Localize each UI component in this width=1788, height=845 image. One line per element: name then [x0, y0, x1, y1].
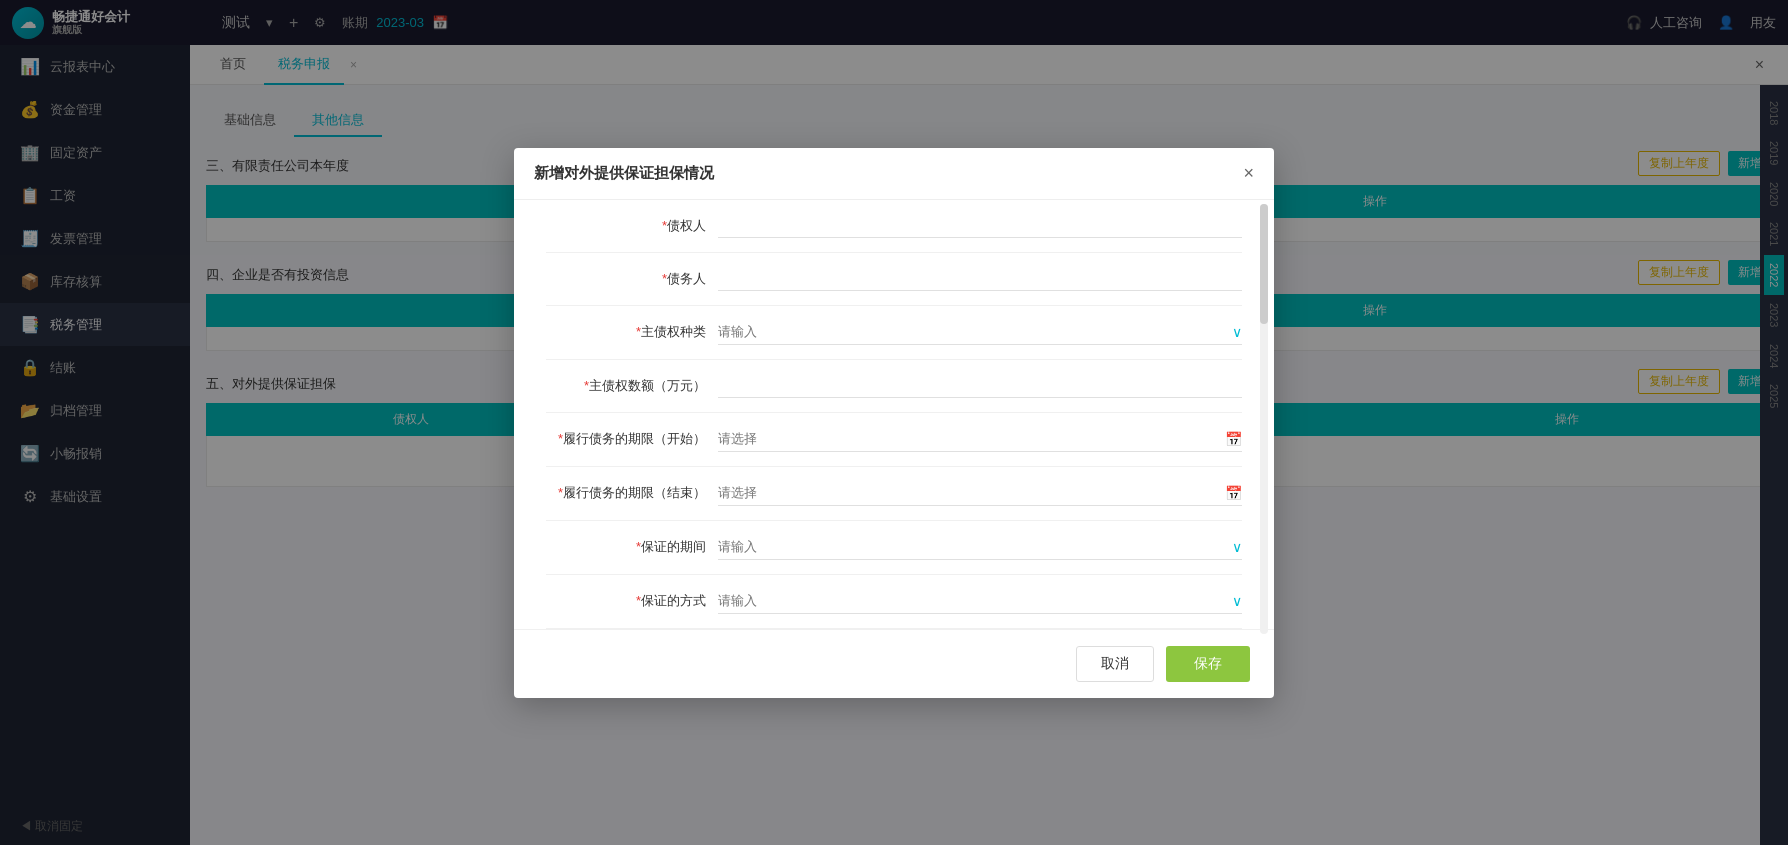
dialog-body: *债权人*债务人*主债权种类∨*主债权数额（万元）*履行债务的期限（开始）📅*履… [514, 200, 1274, 629]
form-row-period-start: *履行债务的期限（开始） 📅 [546, 413, 1242, 467]
required-mark: * [558, 431, 563, 446]
select-wrap-guarantee-period[interactable]: ∨ [718, 535, 1242, 560]
required-mark: * [636, 539, 641, 554]
form-label-debt-amount: *主债权数额（万元） [546, 377, 706, 395]
form-label-period-end: *履行债务的期限（结束） [546, 484, 706, 502]
form-row-guarantee-method: *保证的方式 ∨ [546, 575, 1242, 629]
select-arrow-debt-type: ∨ [1232, 324, 1242, 340]
required-mark: * [662, 218, 667, 233]
select-wrap-guarantee-method[interactable]: ∨ [718, 589, 1242, 614]
form-row-debt-type: *主债权种类 ∨ [546, 306, 1242, 360]
form-row-debt-amount: *主债权数额（万元） [546, 360, 1242, 413]
required-mark: * [584, 378, 589, 393]
form-row-creditor: *债权人 [546, 200, 1242, 253]
form-label-guarantee-period: *保证的期间 [546, 538, 706, 556]
form-label-debt-type: *主债权种类 [546, 323, 706, 341]
required-mark: * [662, 271, 667, 286]
required-mark: * [636, 324, 641, 339]
required-mark: * [558, 485, 563, 500]
dialog-title: 新增对外提供保证担保情况 [534, 164, 714, 183]
text-input-creditor[interactable] [718, 214, 1242, 238]
date-wrap-period-start[interactable]: 📅 [718, 427, 1242, 452]
text-input-debtor[interactable] [718, 267, 1242, 291]
calendar-icon-period-start[interactable]: 📅 [1225, 431, 1242, 447]
dialog-overlay[interactable]: 新增对外提供保证担保情况 × *债权人 *债务人 *主债权种类 ∨ *主债权数额（万元）… [0, 0, 1788, 845]
text-input-debt-amount[interactable] [718, 374, 1242, 398]
select-input-debt-type[interactable] [718, 324, 1232, 339]
cancel-button[interactable]: 取消 [1076, 646, 1154, 682]
date-input-period-end[interactable] [718, 485, 1225, 500]
form-label-guarantee-method: *保证的方式 [546, 592, 706, 610]
form-row-debtor: *债务人 [546, 253, 1242, 306]
dialog-footer: 取消 保存 [514, 629, 1274, 698]
date-input-period-start[interactable] [718, 431, 1225, 446]
form-row-period-end: *履行债务的期限（结束） 📅 [546, 467, 1242, 521]
select-arrow-guarantee-period: ∨ [1232, 539, 1242, 555]
dialog: 新增对外提供保证担保情况 × *债权人 *债务人 *主债权种类 ∨ *主债权数额（万元）… [514, 148, 1274, 698]
form-label-debtor: *债务人 [546, 270, 706, 288]
select-wrap-debt-type[interactable]: ∨ [718, 320, 1242, 345]
dialog-scrollbar [1260, 204, 1268, 634]
date-wrap-period-end[interactable]: 📅 [718, 481, 1242, 506]
form-label-creditor: *债权人 [546, 217, 706, 235]
dialog-scrollbar-thumb [1260, 204, 1268, 324]
select-input-guarantee-method[interactable] [718, 593, 1232, 608]
calendar-icon-period-end[interactable]: 📅 [1225, 485, 1242, 501]
required-mark: * [636, 593, 641, 608]
form-row-guarantee-period: *保证的期间 ∨ [546, 521, 1242, 575]
dialog-header: 新增对外提供保证担保情况 × [514, 148, 1274, 200]
dialog-close-button[interactable]: × [1243, 164, 1254, 182]
select-input-guarantee-period[interactable] [718, 539, 1232, 554]
form-label-period-start: *履行债务的期限（开始） [546, 430, 706, 448]
save-button[interactable]: 保存 [1166, 646, 1250, 682]
select-arrow-guarantee-method: ∨ [1232, 593, 1242, 609]
